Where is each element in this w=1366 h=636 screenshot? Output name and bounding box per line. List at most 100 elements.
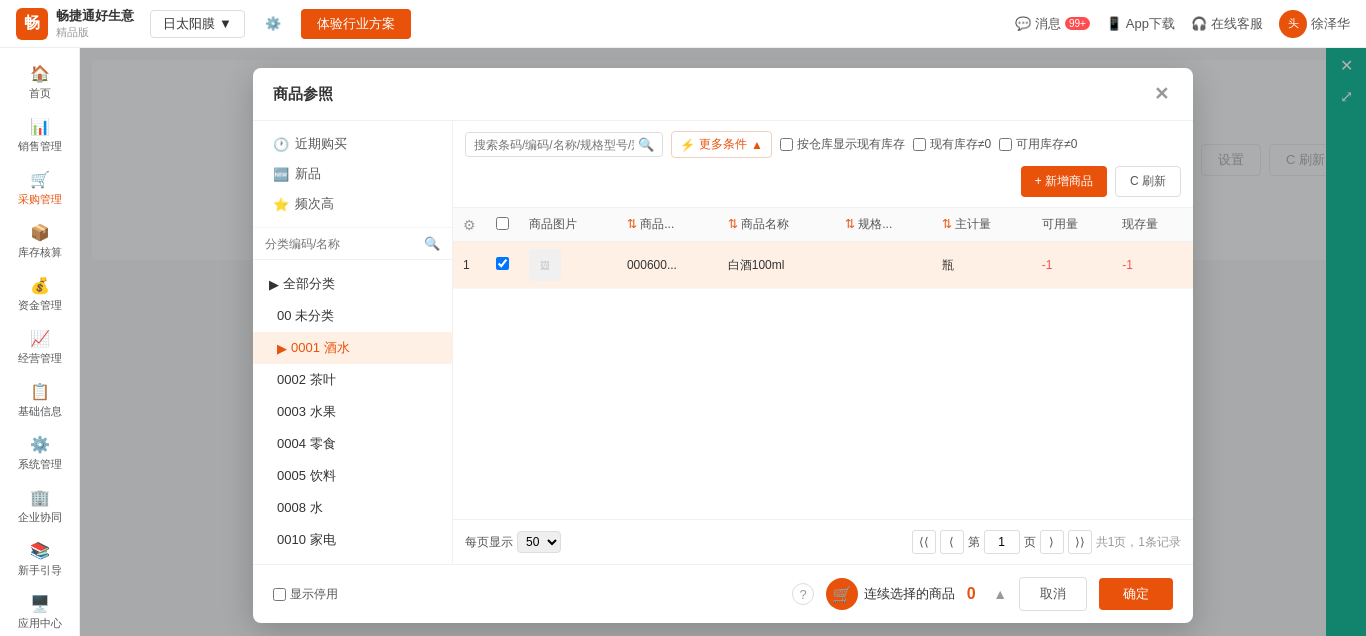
sidebar-item-home[interactable]: 🏠 首页 <box>0 56 79 109</box>
help-icon-btn[interactable]: ? <box>792 583 814 605</box>
sidebar-label-enterprise: 企业协同 <box>18 510 62 525</box>
category-search-icon[interactable]: 🔍 <box>424 236 440 251</box>
table-row[interactable]: 1 🖼 <box>453 242 1193 289</box>
main-layout: 🏠 首页 📊 销售管理 🛒 采购管理 📦 库存核算 💰 资金管理 📈 经营管理 … <box>0 48 1366 636</box>
sidebar-item-apps[interactable]: 🖥️ 应用中心 <box>0 586 79 636</box>
disabled-checkbox[interactable] <box>273 588 286 601</box>
sidebar-label-apps: 应用中心 <box>18 616 62 631</box>
sidebar-item-enterprise[interactable]: 🏢 企业协同 <box>0 480 79 533</box>
sidebar-item-finance[interactable]: 💰 资金管理 <box>0 268 79 321</box>
cat-0008[interactable]: 0008 水 <box>253 492 452 524</box>
branch-selector[interactable]: 日太阳膜 ▼ <box>150 10 245 38</box>
page-nav: ⟨⟨ ⟨ 第 页 ⟩ ⟩⟩ 共1页，1条记录 <box>912 530 1181 554</box>
cart-icon[interactable]: 🛒 <box>826 578 858 610</box>
sidebar-item-sales[interactable]: 📊 销售管理 <box>0 109 79 162</box>
message-icon: 💬 <box>1015 16 1031 31</box>
collapse-footer-btn[interactable]: ▲ <box>993 586 1007 602</box>
app-download-btn[interactable]: 📱 App下载 <box>1106 15 1175 33</box>
col-unit[interactable]: ⇅ 主计量 <box>932 208 1032 242</box>
user-avatar[interactable]: 头 徐泽华 <box>1279 10 1350 38</box>
refresh-btn[interactable]: C 刷新 <box>1115 166 1181 197</box>
stock-nonzero-checkbox[interactable] <box>913 138 926 151</box>
first-page-btn[interactable]: ⟨⟨ <box>912 530 936 554</box>
col-name[interactable]: ⇅ 商品名称 <box>718 208 835 242</box>
table-header-row: ⚙ 商品图片 <box>453 208 1193 242</box>
cat-0004[interactable]: 0004 零食 <box>253 428 452 460</box>
sort-icon-name: ⇅ <box>728 217 738 231</box>
new-product-item[interactable]: 🆕 新品 <box>265 159 440 189</box>
cat-all[interactable]: ▶ 全部分类 <box>253 268 452 300</box>
cat-0003[interactable]: 0003 水果 <box>253 396 452 428</box>
product-panel: 🔍 ⚡ 更多条件 ▲ 按仓库显示现有库存 <box>453 121 1193 564</box>
sidebar-item-system[interactable]: ⚙️ 系统管理 <box>0 427 79 480</box>
col-spec[interactable]: ⇅ 规格... <box>835 208 932 242</box>
product-table: ⚙ 商品图片 <box>453 208 1193 519</box>
per-page-control: 每页显示 50 <box>465 531 561 553</box>
settings-icon-btn[interactable]: ⚙️ <box>253 12 293 35</box>
continuous-select: 🛒 连续选择的商品 0 <box>826 578 981 610</box>
cat-0002[interactable]: 0002 茶叶 <box>253 364 452 396</box>
category-search-input[interactable] <box>265 237 418 251</box>
logo-icon: 畅 <box>16 8 48 40</box>
check-stock-nonzero[interactable]: 现有库存≠0 <box>913 136 991 153</box>
guide-icon: 📚 <box>30 541 50 560</box>
sidebar-item-basic[interactable]: 📋 基础信息 <box>0 374 79 427</box>
product-toolbar: 🔍 ⚡ 更多条件 ▲ 按仓库显示现有库存 <box>453 121 1193 208</box>
col-available[interactable]: 可用量 <box>1032 208 1113 242</box>
cat-00[interactable]: 00 未分类 <box>253 300 452 332</box>
page-number-input[interactable] <box>984 530 1020 554</box>
headset-icon: 🎧 <box>1191 16 1207 31</box>
sidebar-label-finance: 资金管理 <box>18 298 62 313</box>
pagination: 每页显示 50 ⟨⟨ ⟨ 第 页 ⟩ <box>453 519 1193 564</box>
search-icon[interactable]: 🔍 <box>638 137 654 152</box>
sidebar-item-business[interactable]: 📈 经营管理 <box>0 321 79 374</box>
warehouse-checkbox[interactable] <box>780 138 793 151</box>
table-settings-icon[interactable]: ⚙ <box>463 217 476 233</box>
page-total-info: 共1页，1条记录 <box>1096 534 1181 551</box>
business-icon: 📈 <box>30 329 50 348</box>
sidebar-item-inventory[interactable]: 📦 库存核算 <box>0 215 79 268</box>
col-stock[interactable]: 现存量 <box>1112 208 1193 242</box>
chevron-up-icon: ▲ <box>751 138 763 152</box>
avatar: 头 <box>1279 10 1307 38</box>
show-disabled-check[interactable]: 显示停用 <box>273 586 338 603</box>
check-available-nonzero[interactable]: 可用库存≠0 <box>999 136 1077 153</box>
available-nonzero-checkbox[interactable] <box>999 138 1012 151</box>
col-code[interactable]: ⇅ 商品... <box>617 208 718 242</box>
sidebar-item-guide[interactable]: 📚 新手引导 <box>0 533 79 586</box>
service-btn[interactable]: 🎧 在线客服 <box>1191 15 1263 33</box>
message-btn[interactable]: 💬 消息 99+ <box>1015 15 1090 33</box>
add-product-btn[interactable]: + 新增商品 <box>1021 166 1107 197</box>
col-image: 商品图片 <box>519 208 617 242</box>
check-warehouse-display[interactable]: 按仓库显示现有库存 <box>780 136 905 153</box>
new-icon: 🆕 <box>273 167 289 182</box>
sidebar-label-sales: 销售管理 <box>18 139 62 154</box>
cancel-btn[interactable]: 取消 <box>1019 577 1087 611</box>
sidebar-item-purchase[interactable]: 🛒 采购管理 <box>0 162 79 215</box>
row-checkbox-cell[interactable] <box>486 242 519 289</box>
frequent-item[interactable]: ⭐ 频次高 <box>265 189 440 219</box>
recent-purchase-item[interactable]: 🕐 近期购买 <box>265 129 440 159</box>
per-page-select[interactable]: 50 <box>517 531 561 553</box>
confirm-btn[interactable]: 确定 <box>1099 578 1173 610</box>
collapse-category-btn[interactable]: 《 <box>452 323 453 363</box>
modal-close-btn[interactable]: ✕ <box>1149 82 1173 106</box>
next-page-btn[interactable]: ⟩ <box>1040 530 1064 554</box>
quick-access: 🕐 近期购买 🆕 新品 ⭐ 频次高 <box>253 121 452 228</box>
logo-text: 畅捷通好生意 精品版 <box>56 7 134 40</box>
select-all-checkbox[interactable] <box>496 217 509 230</box>
last-page-btn[interactable]: ⟩⟩ <box>1068 530 1092 554</box>
cat-0001[interactable]: ▶ 0001 酒水 <box>253 332 452 364</box>
prev-page-btn[interactable]: ⟨ <box>940 530 964 554</box>
modal-overlay: 商品参照 ✕ 🕐 近期购买 🆕 <box>80 48 1366 636</box>
cat-0010[interactable]: 0010 家电 <box>253 524 452 556</box>
app-icon: 📱 <box>1106 16 1122 31</box>
clock-icon: 🕐 <box>273 137 289 152</box>
sidebar-label-purchase: 采购管理 <box>18 192 62 207</box>
product-search-input[interactable] <box>474 138 634 152</box>
row-checkbox[interactable] <box>496 257 509 270</box>
experience-btn[interactable]: 体验行业方案 <box>301 9 411 39</box>
footer-right: ? 🛒 连续选择的商品 0 ▲ 取消 确定 <box>792 577 1173 611</box>
more-filter-btn[interactable]: ⚡ 更多条件 ▲ <box>671 131 772 158</box>
cat-0005[interactable]: 0005 饮料 <box>253 460 452 492</box>
